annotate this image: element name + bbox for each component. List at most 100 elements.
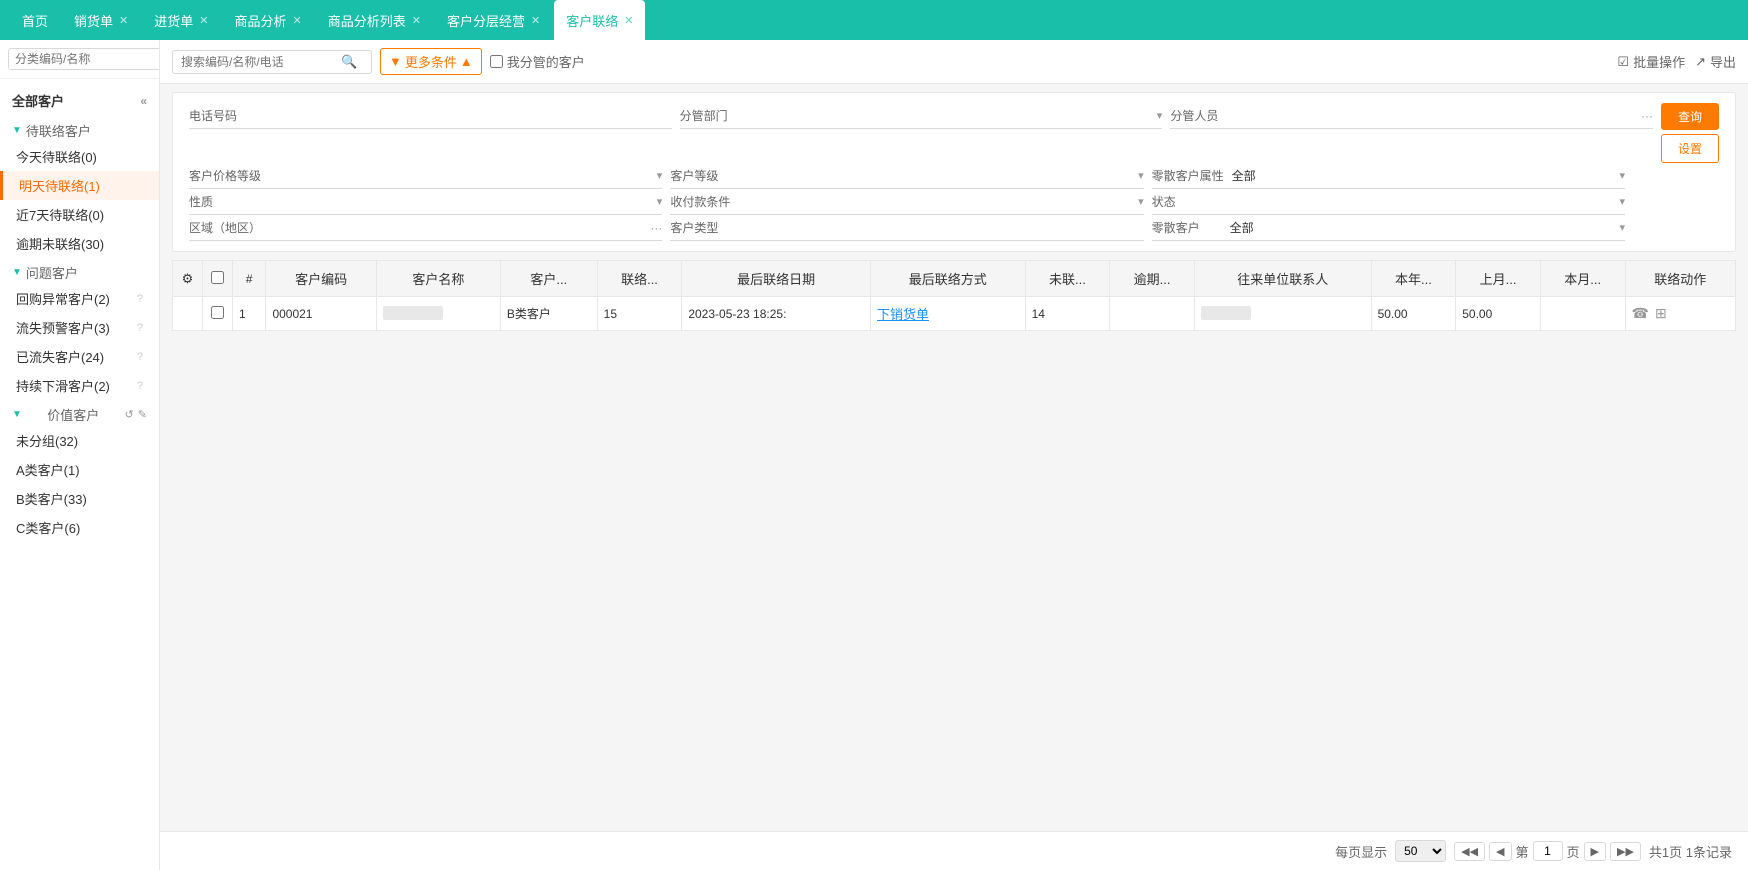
close-customer-contact-icon[interactable]: ✕ [624,14,633,27]
export-icon: ↗ [1695,54,1706,70]
close-sales-icon[interactable]: ✕ [119,14,128,27]
row-code: 000021 [266,297,376,331]
filter-icon: ▼ [389,54,402,69]
col-header-contacts: 联络... [597,261,682,297]
sidebar-item-type-a[interactable]: A类客户(1) [0,455,159,484]
nav-item-sales[interactable]: 销货单 ✕ [62,0,140,40]
scatter-customer-dropdown-icon[interactable]: ▾ [1619,221,1625,234]
next-page-button[interactable]: ▶ [1584,842,1606,861]
nav-item-customer-tier[interactable]: 客户分层经营 ✕ [435,0,552,40]
total-info: 共1页 1条记录 [1649,842,1732,861]
row-name[interactable] [376,297,500,331]
filter-phone: 电话号码 [189,103,672,129]
filter-region-input[interactable] [269,221,650,235]
my-customers-checkbox[interactable] [490,55,503,68]
region-more-icon[interactable]: ··· [650,221,662,235]
sidebar-item-churn-warning[interactable]: 流失预警客户(3) ? [0,313,159,342]
prev-page-button[interactable]: ◀ [1489,842,1511,861]
filter-status-input[interactable] [1230,195,1620,209]
close-customer-tier-icon[interactable]: ✕ [531,14,540,27]
filter-nature-input[interactable] [267,195,657,209]
sidebar-item-type-c[interactable]: C类客户(6) [0,513,159,542]
export-button[interactable]: ↗ 导出 [1695,52,1736,71]
help-icon-repurchase[interactable]: ? [137,293,143,305]
row-checkbox[interactable] [211,306,224,319]
sidebar-all-customers[interactable]: 全部客户 « [0,85,159,116]
sidebar-item-repurchase-abnormal[interactable]: 回购异常客户(2) ? [0,284,159,313]
filter-customer-type-input[interactable] [748,221,1143,235]
search-input[interactable] [181,55,341,69]
value-group-refresh-icon[interactable]: ↺ [125,408,134,421]
page-number-input[interactable] [1533,841,1563,861]
last-page-button[interactable]: ▶▶ [1610,842,1641,861]
row-phone-icon[interactable]: ☎ [1632,305,1649,322]
row-last-contact-method[interactable]: 下销货单 [871,297,1026,331]
customer-table: ⚙ # 客户编码 客户名称 客户... [172,260,1736,331]
col-header-code: 客户编码 [266,261,376,297]
help-icon-churned[interactable]: ? [137,351,143,363]
select-all-checkbox[interactable] [211,271,224,284]
sidebar-item-declining[interactable]: 持续下滑客户(2) ? [0,371,159,400]
sidebar-search-input[interactable] [8,48,160,70]
value-group-edit-icon[interactable]: ✎ [138,408,147,421]
first-page-button[interactable]: ◀◀ [1454,842,1485,861]
close-goods-analysis-icon[interactable]: ✕ [293,14,302,27]
close-purchase-icon[interactable]: ✕ [199,14,208,27]
nav-item-purchase[interactable]: 进货单 ✕ [142,0,220,40]
filter-price-level-input[interactable] [269,169,657,183]
page-size-select[interactable]: 50 100 200 [1395,840,1446,862]
nav-item-customer-contact[interactable]: 客户联络 ✕ [554,0,645,40]
filter-payment-input[interactable] [748,195,1138,209]
col-header-settings[interactable]: ⚙ [173,261,203,297]
row-this-year: 50.00 [1371,297,1456,331]
row-last-contact-date: 2023-05-23 18:25: [682,297,871,331]
row-type: B类客户 [500,297,597,331]
col-header-company-contact: 往来单位联系人 [1194,261,1371,297]
sidebar-item-overdue[interactable]: 逾期未联络(30) [0,229,159,258]
nav-item-goods-analysis[interactable]: 商品分析 ✕ [222,0,313,40]
bulk-operation-button[interactable]: ☑ 批量操作 [1617,52,1685,71]
manager-more-icon[interactable]: ··· [1641,109,1653,123]
set-button[interactable]: 设置 [1661,134,1719,163]
nature-dropdown-icon[interactable]: ▾ [657,195,663,208]
sidebar-item-tomorrow[interactable]: 明天待联络(1) [0,171,159,200]
col-header-checkbox[interactable] [203,261,233,297]
close-goods-list-icon[interactable]: ✕ [412,14,421,27]
row-checkbox-cell[interactable] [203,297,233,331]
more-filter-button[interactable]: ▼ 更多条件 ▲ [380,48,482,75]
price-level-dropdown-icon[interactable]: ▾ [657,169,663,182]
filter-customer-level: 客户等级 ▾ [670,163,1143,189]
sidebar-item-ungrouped[interactable]: 未分组(32) [0,426,159,455]
query-button[interactable]: 查询 [1661,103,1719,130]
row-company-contact [1194,297,1371,331]
sidebar-item-today[interactable]: 今天待联络(0) [0,142,159,171]
customer-level-dropdown-icon[interactable]: ▾ [1138,169,1144,182]
filter-scatter-customer-input[interactable] [1230,221,1620,235]
payment-dropdown-icon[interactable]: ▾ [1138,195,1144,208]
scatter-attr-dropdown-icon[interactable]: ▾ [1619,169,1625,182]
nav-item-home[interactable]: 首页 [10,0,60,40]
filter-customer-level-input[interactable] [748,169,1138,183]
filter-phone-input[interactable] [267,109,672,123]
col-header-uncontacted: 未联... [1025,261,1110,297]
dept-dropdown-icon[interactable]: ▾ [1157,109,1163,122]
nav-item-goods-analysis-list[interactable]: 商品分析列表 ✕ [316,0,433,40]
filter-status: 状态 ▾ [1152,189,1625,215]
sidebar-item-week[interactable]: 近7天待联络(0) [0,200,159,229]
sidebar-item-churned[interactable]: 已流失客户(24) ? [0,342,159,371]
row-grid-icon[interactable]: ⊞ [1655,305,1667,322]
sidebar-search-bar: 🔍 [0,40,159,79]
pagination-bar: 每页显示 50 100 200 ◀◀ ◀ 第 页 ▶ ▶▶ 共1页 1条记录 [160,831,1748,870]
settings-icon[interactable]: ⚙ [182,271,194,286]
data-table-area: ⚙ # 客户编码 客户名称 客户... [160,252,1748,831]
filter-manager-input[interactable] [1248,109,1641,123]
sidebar-item-type-b[interactable]: B类客户(33) [0,484,159,513]
filter-scatter-attr-input[interactable] [1232,169,1620,183]
status-dropdown-icon[interactable]: ▾ [1619,195,1625,208]
top-navigation: 首页 销货单 ✕ 进货单 ✕ 商品分析 ✕ 商品分析列表 ✕ 客户分层经营 ✕ … [0,0,1748,40]
filter-dept-input[interactable] [758,109,1157,123]
help-icon-churn[interactable]: ? [137,322,143,334]
filter-region-label: 区域（地区） [189,219,261,236]
help-icon-declining[interactable]: ? [137,380,143,392]
search-icon[interactable]: 🔍 [341,54,357,70]
